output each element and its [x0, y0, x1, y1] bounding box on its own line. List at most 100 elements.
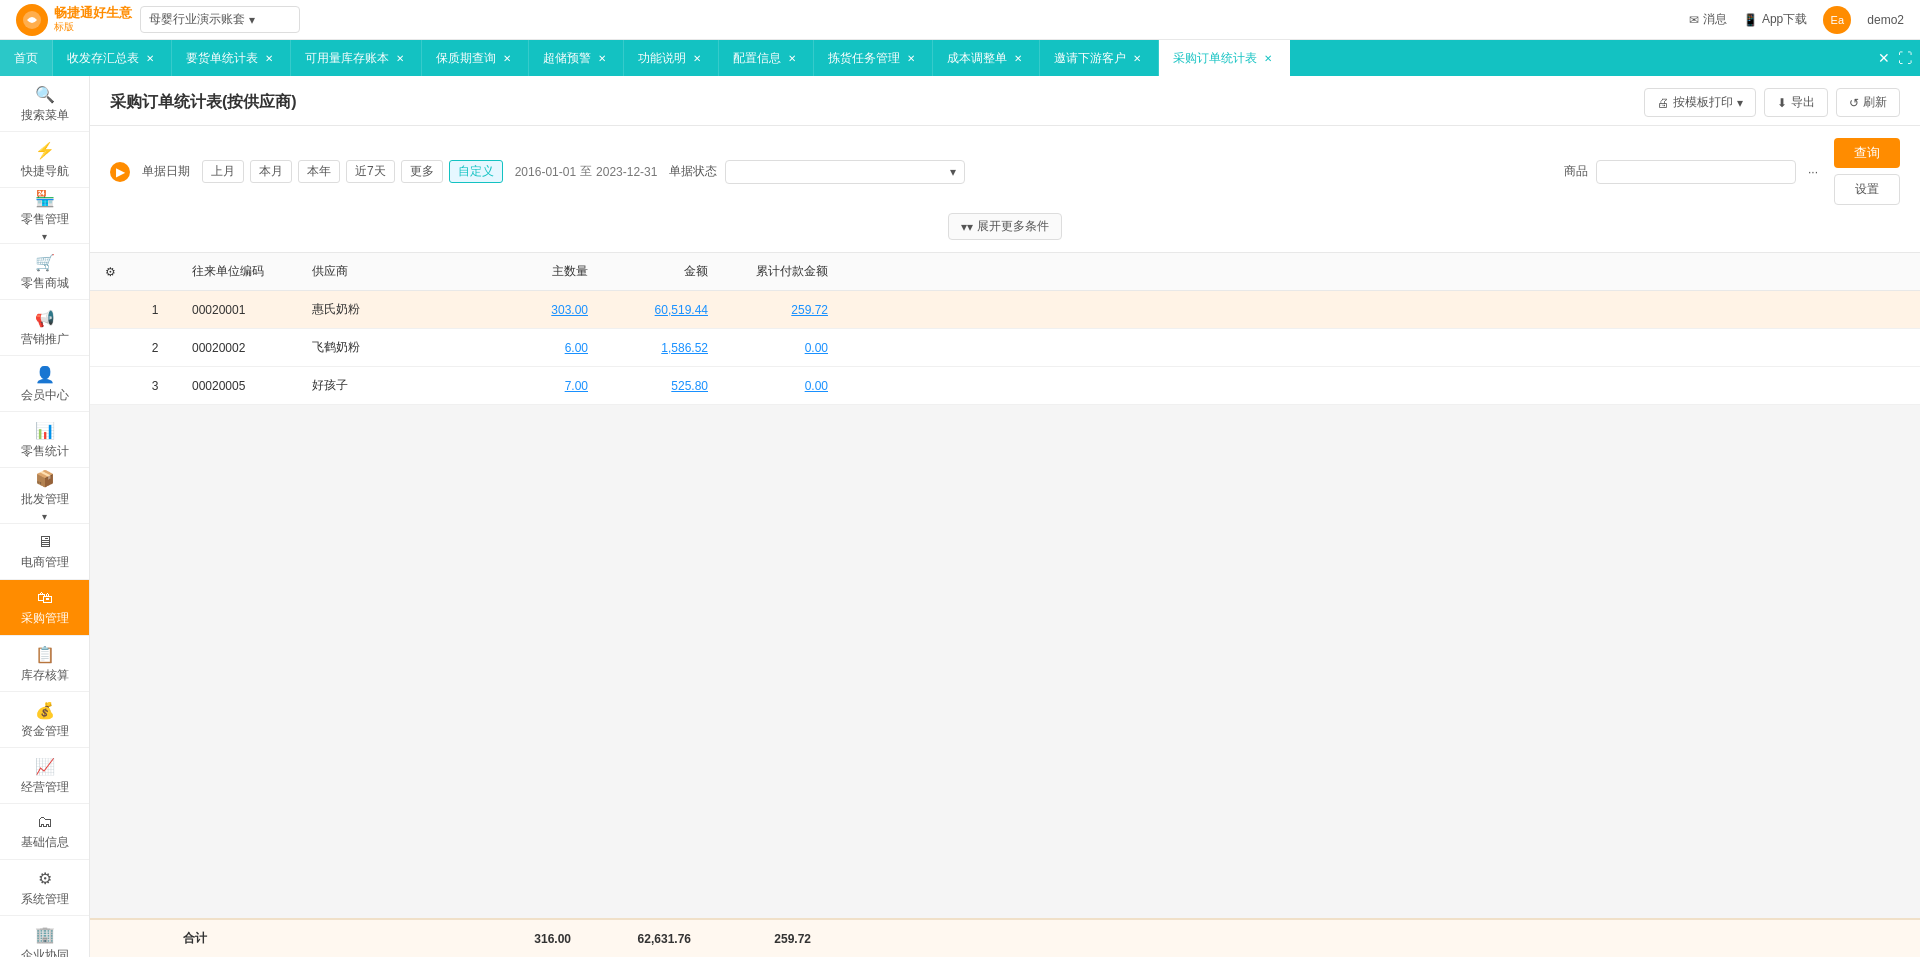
cell-code: 00020001	[180, 291, 300, 329]
close-icon[interactable]: ✕	[785, 51, 799, 65]
tab-shoufacun[interactable]: 收发存汇总表 ✕	[53, 40, 172, 76]
th-gear[interactable]: ⚙	[90, 253, 130, 291]
sidebar-item-inventory[interactable]: 📋 库存核算	[0, 636, 89, 692]
filter-toggle-btn[interactable]: ▶	[110, 162, 130, 182]
quicknav-icon: ⚡	[35, 141, 55, 160]
cell-amount[interactable]: 525.80	[600, 367, 720, 405]
close-icon[interactable]: ✕	[904, 51, 918, 65]
close-icon[interactable]: ✕	[690, 51, 704, 65]
app-download-label: App下载	[1762, 11, 1807, 28]
th-amount: 金额	[600, 253, 720, 291]
cell-gear	[90, 367, 130, 405]
refresh-button[interactable]: ↺ 刷新	[1836, 88, 1900, 117]
shortcut-more[interactable]: 更多	[401, 160, 443, 183]
shortcut-this-year[interactable]: 本年	[298, 160, 340, 183]
user-avatar[interactable]: Ea	[1823, 6, 1851, 34]
sidebar-item-retail[interactable]: 🏪 零售管理 ▾	[0, 188, 89, 244]
cell-paid[interactable]: 0.00	[720, 329, 840, 367]
close-icon[interactable]: ✕	[393, 51, 407, 65]
table-row[interactable]: 2 00020002 飞鹤奶粉 6.00 1,586.52 0.00	[90, 329, 1920, 367]
close-icon[interactable]: ✕	[262, 51, 276, 65]
sidebar-item-system[interactable]: ⚙ 系统管理	[0, 860, 89, 916]
shortcut-custom[interactable]: 自定义	[449, 160, 503, 183]
cell-spacer	[840, 291, 1920, 329]
tab-paihuo[interactable]: 拣货任务管理 ✕	[814, 40, 933, 76]
tab-keyong[interactable]: 可用量库存账本 ✕	[291, 40, 422, 76]
cell-qty[interactable]: 7.00	[480, 367, 600, 405]
query-button[interactable]: 查询	[1834, 138, 1900, 168]
status-select[interactable]: ▾	[725, 160, 965, 184]
tab-gongneng[interactable]: 功能说明 ✕	[624, 40, 719, 76]
table-row[interactable]: 1 00020001 惠氏奶粉 303.00 60,519.44 259.72	[90, 291, 1920, 329]
cell-spacer	[840, 367, 1920, 405]
tab-peizhi[interactable]: 配置信息 ✕	[719, 40, 814, 76]
th-index	[130, 253, 180, 291]
sidebar-item-member[interactable]: 👤 会员中心	[0, 356, 89, 412]
sidebar-label: 零售管理	[21, 212, 69, 226]
query-settings-col: 查询 设置	[1834, 138, 1900, 205]
app-download-btn[interactable]: 📱 App下载	[1743, 11, 1807, 28]
tab-yaohuo[interactable]: 要货单统计表 ✕	[172, 40, 291, 76]
cell-paid[interactable]: 0.00	[720, 367, 840, 405]
tab-chaochu[interactable]: 超储预警 ✕	[529, 40, 624, 76]
sidebar-item-search[interactable]: 🔍 搜索菜单	[0, 76, 89, 132]
sidebar-item-ecommerce[interactable]: 🖥 电商管理	[0, 524, 89, 580]
expand-more-btn[interactable]: ▾▾ 展开更多条件	[948, 213, 1062, 240]
tab-label: 拣货任务管理	[828, 50, 900, 67]
goods-search-input[interactable]	[1596, 160, 1796, 184]
cell-amount[interactable]: 60,519.44	[600, 291, 720, 329]
filter-right: 商品 ···	[1564, 160, 1822, 184]
tab-baobao[interactable]: 保质期查询 ✕	[422, 40, 529, 76]
tab-caigou-active[interactable]: 采购订单统计表 ✕	[1159, 40, 1290, 76]
close-icon[interactable]: ✕	[1011, 51, 1025, 65]
nav-close-btn[interactable]: ✕	[1878, 50, 1890, 66]
sidebar-label: 经营管理	[21, 780, 69, 794]
sidebar-item-purchase[interactable]: 🛍 采购管理	[0, 580, 89, 636]
cell-qty[interactable]: 6.00	[480, 329, 600, 367]
cell-supplier: 好孩子	[300, 367, 480, 405]
print-icon: 🖨	[1657, 96, 1669, 110]
message-btn[interactable]: ✉ 消息	[1689, 11, 1727, 28]
sidebar-label: 库存核算	[21, 668, 69, 682]
system-icon: ⚙	[38, 869, 52, 888]
close-icon[interactable]: ✕	[1261, 51, 1275, 65]
goods-filter-label: 商品	[1564, 163, 1588, 180]
tab-chengben[interactable]: 成本调整单 ✕	[933, 40, 1040, 76]
sidebar-item-retail-stats[interactable]: 📊 零售统计	[0, 412, 89, 468]
more-options-icon[interactable]: ···	[1804, 161, 1822, 183]
cell-amount[interactable]: 1,586.52	[600, 329, 720, 367]
cell-qty[interactable]: 303.00	[480, 291, 600, 329]
table-body: 1 00020001 惠氏奶粉 303.00 60,519.44 259.72 …	[90, 291, 1920, 405]
date-from: 2016-01-01	[515, 165, 576, 179]
cell-paid[interactable]: 259.72	[720, 291, 840, 329]
close-icon[interactable]: ✕	[500, 51, 514, 65]
filter-middle: 单据状态 ▾	[669, 160, 1552, 184]
settings-button[interactable]: 设置	[1834, 174, 1900, 205]
tab-yaoqing[interactable]: 邀请下游客户 ✕	[1040, 40, 1159, 76]
sidebar-item-basic[interactable]: 🗂 基础信息	[0, 804, 89, 860]
export-button[interactable]: ⬇ 导出	[1764, 88, 1828, 117]
sidebar-item-retail-shop[interactable]: 🛒 零售商城	[0, 244, 89, 300]
shortcut-this-month[interactable]: 本月	[250, 160, 292, 183]
finance-icon: 💰	[35, 701, 55, 720]
close-icon[interactable]: ✕	[595, 51, 609, 65]
close-icon[interactable]: ✕	[1130, 51, 1144, 65]
sidebar-item-enterprise[interactable]: 🏢 企业协同	[0, 916, 89, 957]
shortcut-last-month[interactable]: 上月	[202, 160, 244, 183]
sidebar-item-operation[interactable]: 📈 经营管理	[0, 748, 89, 804]
sidebar-item-finance[interactable]: 💰 资金管理	[0, 692, 89, 748]
sidebar-item-marketing[interactable]: 📢 营销推广	[0, 300, 89, 356]
sidebar-item-wholesale[interactable]: 📦 批发管理 ▾	[0, 468, 89, 524]
data-table: ⚙ 往来单位编码 供应商 主数量 金额 累计付款金额	[90, 253, 1920, 405]
print-button[interactable]: 🖨 按模板打印 ▾	[1644, 88, 1756, 117]
workspace-selector[interactable]: 母婴行业演示账套 ▾	[140, 6, 300, 33]
date-range-display: 2016-01-01 至 2023-12-31	[515, 163, 658, 180]
sidebar-item-quicknav[interactable]: ⚡ 快捷导航	[0, 132, 89, 188]
table-row[interactable]: 3 00020005 好孩子 7.00 525.80 0.00	[90, 367, 1920, 405]
tab-home[interactable]: 首页	[0, 40, 53, 76]
nav-expand-btn[interactable]: ⛶	[1898, 50, 1912, 66]
filter-area: ▶ 单据日期 上月 本月 本年 近7天 更多 自定义 2016-01-01 至 …	[90, 126, 1920, 253]
sidebar-label: 基础信息	[21, 835, 69, 849]
close-icon[interactable]: ✕	[143, 51, 157, 65]
shortcut-7days[interactable]: 近7天	[346, 160, 395, 183]
